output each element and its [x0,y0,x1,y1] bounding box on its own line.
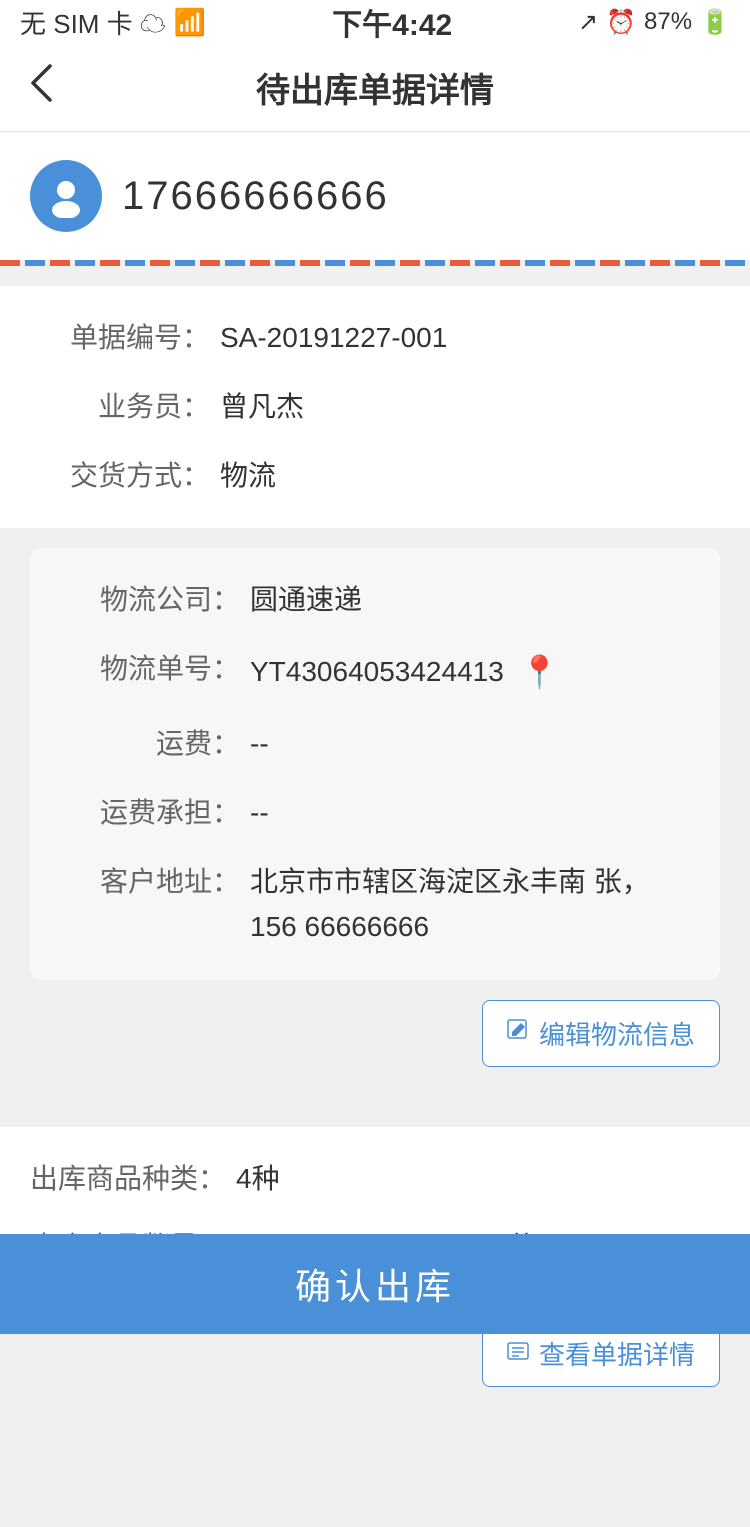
doc-number-value: SA-20191227-001 [220,316,720,361]
bottom-spacer [0,1407,750,1527]
logistics-card: 物流公司： 圆通速递 物流单号： YT43064053424413 📍 运费： … [30,548,720,979]
status-right: ↗ ⏰ 87% 🔋 [578,8,730,37]
logistics-tracking-value: YT43064053424413 [250,650,504,695]
doc-number-label: 单据编号： [30,316,210,361]
doc-number-row: 单据编号： SA-20191227-001 [30,316,720,361]
page-title: 待出库单据详情 [256,63,494,112]
freight-label: 运费： [60,722,240,767]
back-button[interactable] [30,54,62,122]
edit-icon [507,1019,529,1048]
salesman-value: 曾凡杰 [220,385,720,430]
avatar [30,160,102,232]
map-pin-icon[interactable]: 📍 [520,647,560,698]
status-bar: 无 SIM 卡 ☁ 📶 下午4:42 ↗ ⏰ 87% 🔋 [0,0,750,44]
section-divider-1 [0,1087,750,1107]
product-type-value: 4种 [236,1157,720,1202]
product-type-label: 出库商品种类： [30,1157,226,1202]
customer-section: 17666666666 [0,132,750,260]
logistics-tracking-row: 物流单号： YT43064053424413 📍 [60,647,690,698]
product-type-row: 出库商品种类： 4种 [30,1157,720,1202]
status-time: 下午4:42 [332,0,452,44]
status-left: 无 SIM 卡 ☁ 📶 [20,4,206,41]
customer-address-label: 客户地址： [60,860,240,905]
delivery-row: 交货方式： 物流 [30,454,720,499]
list-icon [507,1338,529,1369]
customer-address-value: 北京市市辖区海淀区永丰南 张，156 66666666 [250,860,690,950]
edit-logistics-button[interactable]: 编辑物流信息 [482,1000,720,1067]
salesman-label: 业务员： [30,385,210,430]
doc-info-section: 单据编号： SA-20191227-001 业务员： 曾凡杰 交货方式： 物流 [0,286,750,528]
logistics-company-value: 圆通速递 [250,578,690,623]
confirm-button[interactable]: 确认出库 [295,1258,455,1310]
logistics-tracking-label: 物流单号： [60,647,240,692]
edit-logistics-label: 编辑物流信息 [539,1015,695,1052]
logistics-company-label: 物流公司： [60,578,240,623]
logistics-tracking-value-container: YT43064053424413 📍 [250,647,690,698]
battery-percent: 87% [644,8,692,36]
sim-label: 无 SIM 卡 ☁ [20,4,166,41]
view-detail-label: 查看单据详情 [539,1335,695,1372]
location-status-icon: ↗ [578,8,598,37]
delivery-label: 交货方式： [30,454,210,499]
customer-phone: 17666666666 [122,174,389,219]
delivery-value: 物流 [220,454,720,499]
dashed-divider [0,260,750,266]
bottom-bar: 确认出库 [0,1234,750,1334]
nav-bar: 待出库单据详情 [0,44,750,132]
freight-bear-value: -- [250,791,690,836]
freight-bear-row: 运费承担： -- [60,791,690,836]
freight-value: -- [250,722,690,767]
salesman-row: 业务员： 曾凡杰 [30,385,720,430]
freight-bear-label: 运费承担： [60,791,240,836]
wifi-icon: 📶 [174,7,206,38]
battery-icon: 🔋 [700,8,730,37]
alarm-icon: ⏰ [606,8,636,37]
freight-row: 运费： -- [60,722,690,767]
customer-address-row: 客户地址： 北京市市辖区海淀区永丰南 张，156 66666666 [60,860,690,950]
logistics-company-row: 物流公司： 圆通速递 [60,578,690,623]
edit-btn-container: 编辑物流信息 [0,980,750,1087]
